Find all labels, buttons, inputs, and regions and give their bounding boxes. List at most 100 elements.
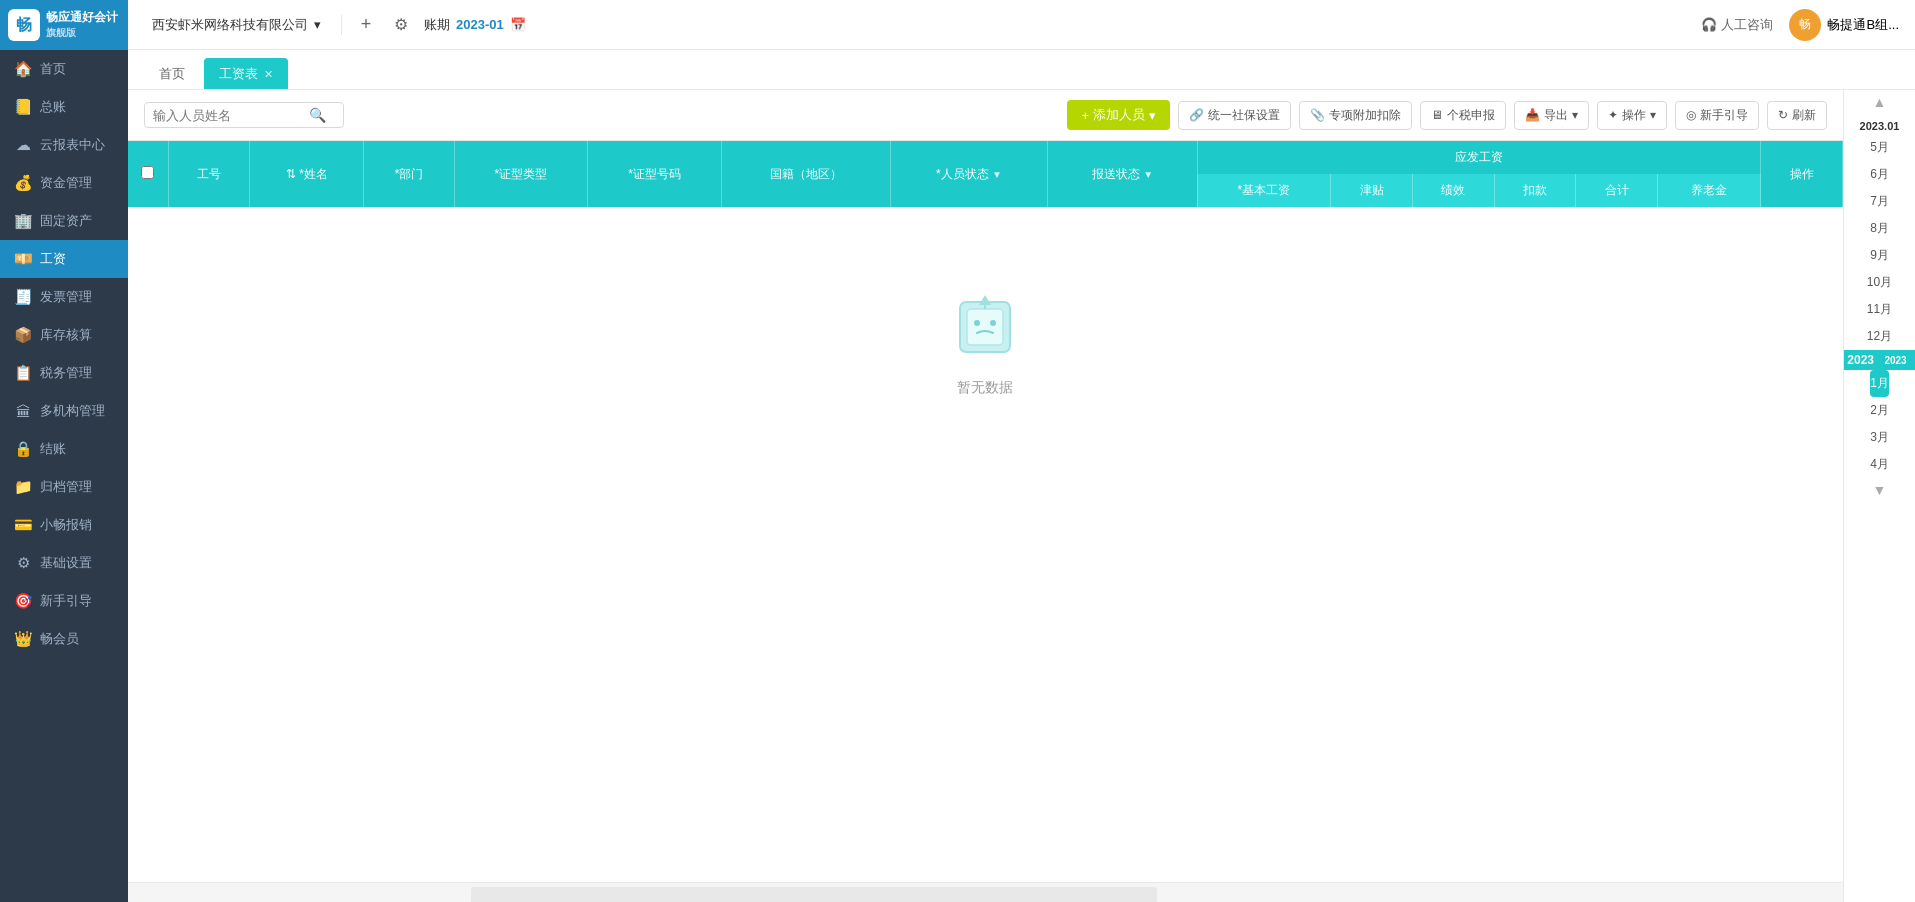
refresh-button[interactable]: ↻ 刷新 xyxy=(1767,101,1827,130)
th-deduction: 扣款 xyxy=(1494,174,1576,207)
th-base-salary: *基本工资 xyxy=(1197,174,1331,207)
tax-icon: 🖥 xyxy=(1431,108,1443,122)
th-person-status[interactable]: *人员状态 ▼ xyxy=(890,141,1048,207)
operations-button[interactable]: ✦ 操作 ▾ xyxy=(1597,101,1667,130)
sidebar-item-fixed-assets[interactable]: 🏢 固定资产 xyxy=(0,202,128,240)
vip-icon: 👑 xyxy=(14,630,32,648)
th-id-type: *证型类型 xyxy=(454,141,588,207)
cloud-report-icon: ☁ xyxy=(14,136,32,154)
svg-point-2 xyxy=(974,320,980,326)
toolbar-right: + 添加人员 ▾ 🔗 统一社保设置 📎 专项附加扣除 🖥 个税申报 xyxy=(1067,100,1827,130)
sidebar-item-label: 固定资产 xyxy=(40,212,92,230)
calendar-icon[interactable]: 📅 xyxy=(510,17,526,32)
multi-org-icon: 🏛 xyxy=(14,403,32,420)
calendar-month-curr-1月[interactable]: 1月 xyxy=(1870,370,1889,397)
calendar-month-prev-11月[interactable]: 11月 xyxy=(1867,296,1892,323)
sidebar-item-payroll[interactable]: 💴 工资 xyxy=(0,240,128,278)
calendar-month-prev-5月[interactable]: 5月 xyxy=(1867,134,1892,161)
sidebar-item-multi-org[interactable]: 🏛 多机构管理 xyxy=(0,392,128,430)
ops-label: 操作 xyxy=(1622,107,1646,124)
sidebar-item-archive[interactable]: 📁 归档管理 xyxy=(0,468,128,506)
calendar-month-prev-10月[interactable]: 10月 xyxy=(1867,269,1892,296)
sidebar-item-label: 小畅报销 xyxy=(40,516,92,534)
tab-首页[interactable]: 首页 xyxy=(144,58,200,89)
app-logo: 畅 畅应通好会计 旗舰版 xyxy=(0,0,128,50)
support-button[interactable]: 🎧 人工咨询 xyxy=(1701,16,1773,34)
sidebar-item-label: 归档管理 xyxy=(40,478,92,496)
social-security-button[interactable]: 🔗 统一社保设置 xyxy=(1178,101,1291,130)
calendar-month-curr-2月[interactable]: 2月 xyxy=(1870,397,1889,424)
calendar-panel: ▲ 2023.01 5月6月7月8月9月10月11月12月 2023 2023 … xyxy=(1843,90,1915,902)
select-all-checkbox[interactable] xyxy=(141,166,154,179)
sidebar-item-cloud-report[interactable]: ☁ 云报表中心 xyxy=(0,126,128,164)
bottom-scrollbar[interactable] xyxy=(128,882,1843,902)
fund-icon: 💰 xyxy=(14,174,32,192)
calendar-month-curr-3月[interactable]: 3月 xyxy=(1870,424,1889,451)
period-label: 账期 xyxy=(424,16,450,34)
tab-工资表[interactable]: 工资表 ✕ xyxy=(204,58,288,89)
table-area: 🔍 + 添加人员 ▾ 🔗 统一社保设置 📎 专项附加扣除 xyxy=(128,90,1843,902)
special-deduction-button[interactable]: 📎 专项附加扣除 xyxy=(1299,101,1412,130)
sidebar-item-fund[interactable]: 💰 资金管理 xyxy=(0,164,128,202)
export-label: 导出 xyxy=(1544,107,1568,124)
user-name: 畅提通B组... xyxy=(1827,16,1899,34)
sidebar-nav: 🏠 首页📒 总账☁ 云报表中心💰 资金管理🏢 固定资产💴 工资🧾 发票管理📦 xyxy=(0,50,128,902)
th-performance: 绩效 xyxy=(1412,174,1494,207)
guide-icon: ◎ xyxy=(1686,108,1696,122)
sidebar-item-invoice[interactable]: 🧾 发票管理 xyxy=(0,278,128,316)
empty-text: 暂无数据 xyxy=(957,379,1013,397)
th-allowance: 津贴 xyxy=(1331,174,1413,207)
svg-rect-1 xyxy=(967,309,1003,345)
user-menu[interactable]: 畅 畅提通B组... xyxy=(1789,9,1899,41)
calendar-year-2023: 2023 2023 xyxy=(1844,350,1915,370)
sidebar-item-vip[interactable]: 👑 畅会员 xyxy=(0,620,128,658)
logo-text: 畅应通好会计 xyxy=(46,10,118,26)
sidebar-item-settings[interactable]: ⚙ 基础设置 xyxy=(0,544,128,582)
sidebar-item-guide[interactable]: 🎯 新手引导 xyxy=(0,582,128,620)
settings-icon: ⚙ xyxy=(14,554,32,572)
th-report-status[interactable]: 报送状态 ▼ xyxy=(1048,141,1197,207)
payroll-icon: 💴 xyxy=(14,250,32,268)
support-label: 人工咨询 xyxy=(1721,16,1773,34)
settings-icon[interactable]: ⚙ xyxy=(390,11,412,38)
calendar-scroll-down[interactable]: ▼ xyxy=(1844,478,1915,502)
tab-close-icon[interactable]: ✕ xyxy=(264,68,273,80)
sidebar-item-expense[interactable]: 💳 小畅报销 xyxy=(0,506,128,544)
ops-chevron: ▾ xyxy=(1650,108,1656,122)
calendar-month-curr-4月[interactable]: 4月 xyxy=(1870,451,1889,478)
period-value: 2023-01 xyxy=(456,17,504,32)
home-icon: 🏠 xyxy=(14,60,32,78)
sidebar-item-ledger[interactable]: 📒 总账 xyxy=(0,88,128,126)
sidebar-item-inventory[interactable]: 📦 库存核算 xyxy=(0,316,128,354)
add-icon: + xyxy=(1081,108,1089,123)
company-selector[interactable]: 西安虾米网络科技有限公司 ▾ xyxy=(144,12,329,38)
sidebar-item-label: 库存核算 xyxy=(40,326,92,344)
table-wrap: 工号 ⇅ *姓名 *部门 *证型类型 *证型号码 国籍（地区） *人员状态 ▼ xyxy=(128,141,1843,882)
sidebar-item-home[interactable]: 🏠 首页 xyxy=(0,50,128,88)
sidebar-item-tax[interactable]: 📋 税务管理 xyxy=(0,354,128,392)
avatar: 畅 xyxy=(1789,9,1821,41)
calendar-scroll-up[interactable]: ▲ xyxy=(1844,90,1915,114)
guide-button[interactable]: ◎ 新手引导 xyxy=(1675,101,1759,130)
export-button[interactable]: 📥 导出 ▾ xyxy=(1514,101,1589,130)
calendar-month-prev-6月[interactable]: 6月 xyxy=(1867,161,1892,188)
add-person-button[interactable]: + 添加人员 ▾ xyxy=(1067,100,1170,130)
tab-label: 工资表 xyxy=(219,66,258,81)
calendar-month-prev-8月[interactable]: 8月 xyxy=(1867,215,1892,242)
th-id-number: *证型号码 xyxy=(588,141,722,207)
add-company-button[interactable]: + xyxy=(354,13,378,37)
divider xyxy=(341,15,342,35)
sidebar-item-close[interactable]: 🔒 结账 xyxy=(0,430,128,468)
search-input[interactable] xyxy=(153,108,303,123)
calendar-month-prev-12月[interactable]: 12月 xyxy=(1867,323,1892,350)
checkbox-th[interactable] xyxy=(128,141,168,207)
calendar-month-prev-9月[interactable]: 9月 xyxy=(1867,242,1892,269)
main-area: 西安虾米网络科技有限公司 ▾ + ⚙ 账期 2023-01 📅 🎧 人工咨询 畅… xyxy=(128,0,1915,902)
search-icon: 🔍 xyxy=(309,107,326,123)
sidebar-item-label: 多机构管理 xyxy=(40,402,105,420)
ledger-icon: 📒 xyxy=(14,98,32,116)
tax-declaration-button[interactable]: 🖥 个税申报 xyxy=(1420,101,1506,130)
calendar-month-prev-7月[interactable]: 7月 xyxy=(1867,188,1892,215)
sidebar-item-label: 新手引导 xyxy=(40,592,92,610)
year-label: 2023 xyxy=(1847,353,1874,367)
